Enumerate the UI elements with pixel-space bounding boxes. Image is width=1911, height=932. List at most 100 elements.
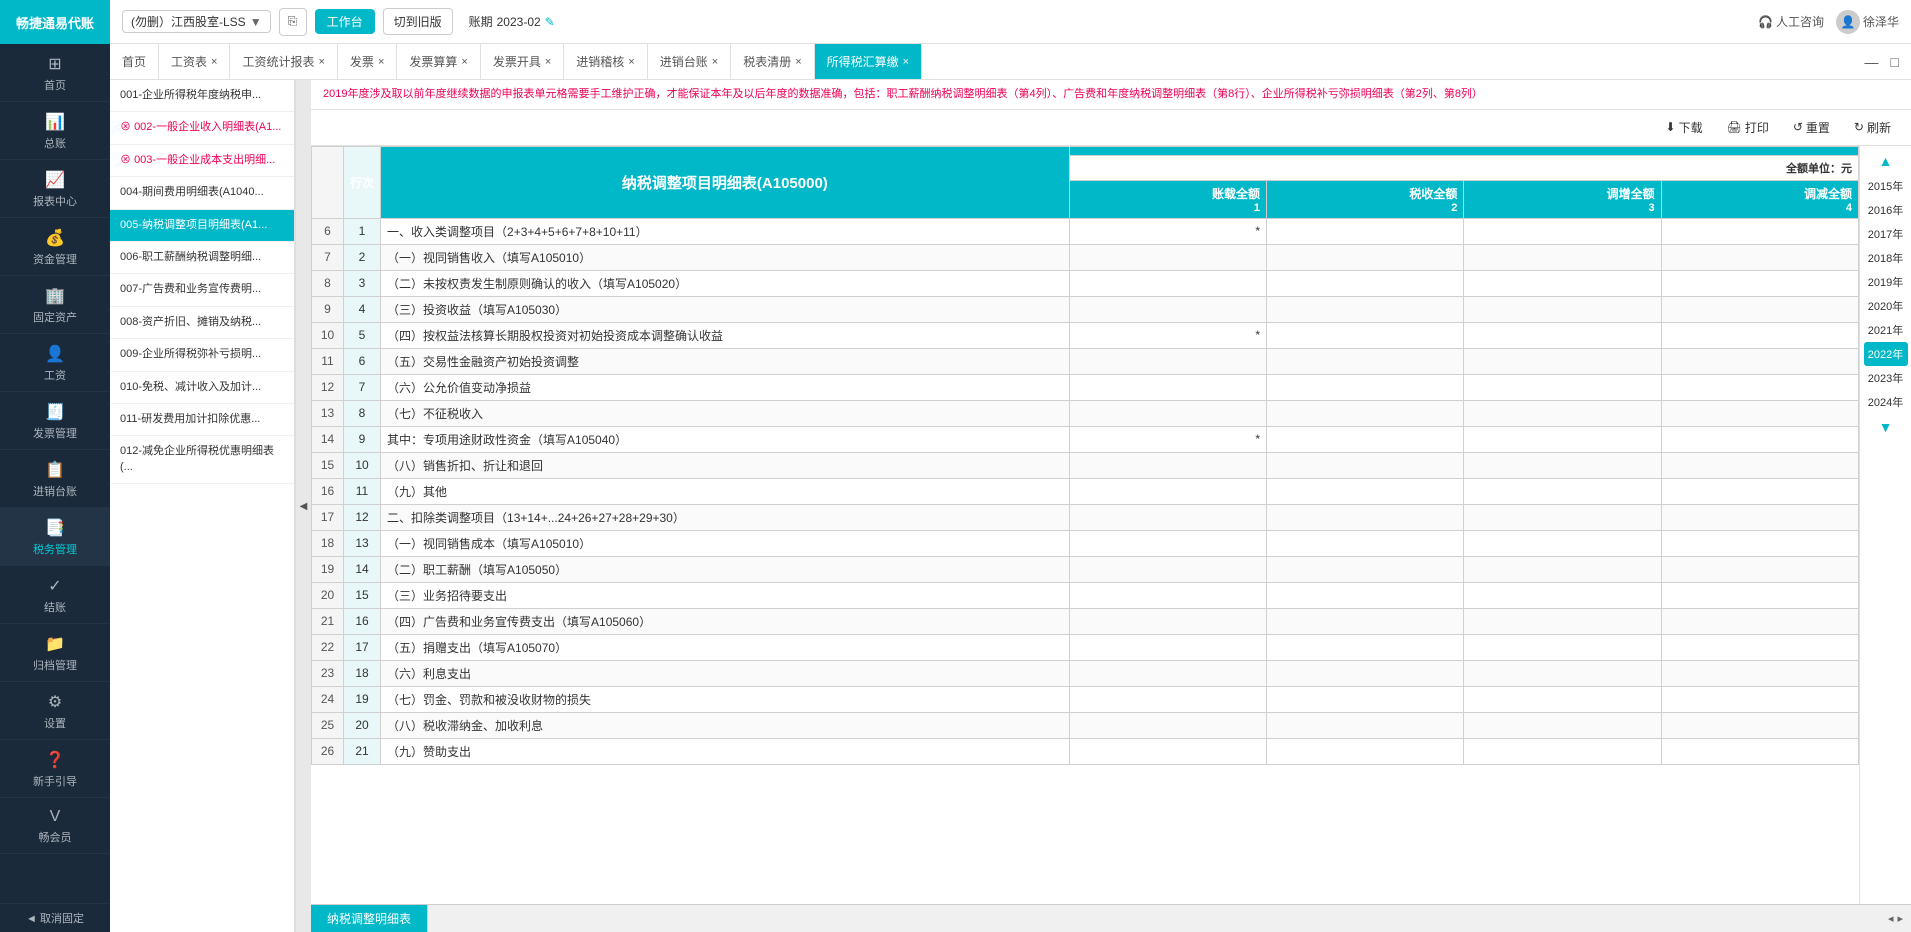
cell-tiaoijian[interactable] — [1661, 738, 1858, 764]
cell-shuishou[interactable] — [1267, 244, 1464, 270]
cell-shuishou[interactable] — [1267, 218, 1464, 244]
cell-zhangzai[interactable] — [1069, 244, 1266, 270]
cell-xiangmu[interactable]: （三）业务招待要支出 — [381, 582, 1070, 608]
tab-invoice-calc[interactable]: 发票算算 × — [397, 44, 480, 79]
cell-tiaozeng[interactable] — [1464, 322, 1661, 348]
cell-shuishou[interactable] — [1267, 426, 1464, 452]
left-panel-item-010[interactable]: 010-免税、减计收入及加计... — [110, 372, 294, 404]
cell-tiaoijian[interactable] — [1661, 270, 1858, 296]
sidebar-item-ledger[interactable]: 📊 总账 — [0, 102, 110, 160]
tab-invoice-calc-close[interactable]: × — [461, 56, 467, 68]
sidebar-item-guide[interactable]: ❓ 新手引导 — [0, 740, 110, 798]
tab-invoice[interactable]: 发票 × — [338, 44, 397, 79]
sidebar-item-invoice[interactable]: 🧾 发票管理 — [0, 392, 110, 450]
user-menu[interactable]: 👤 徐泽华 — [1836, 10, 1899, 34]
cell-zhangzai[interactable] — [1069, 556, 1266, 582]
sidebar-item-close[interactable]: ✓ 结账 — [0, 566, 110, 624]
sidebar-item-tax[interactable]: 📑 税务管理 — [0, 508, 110, 566]
cell-tiaoijian[interactable] — [1661, 660, 1858, 686]
left-panel-item-007[interactable]: 007-广告费和业务宣传费明... — [110, 274, 294, 306]
cell-xiangmu[interactable]: （六）公允价值变动净损益 — [381, 374, 1070, 400]
tab-tax-summary[interactable]: 税表清册 × — [731, 44, 814, 79]
year-nav-up[interactable]: ▲ — [1864, 150, 1908, 172]
panel-collapse-btn[interactable]: ◀ — [295, 80, 311, 932]
cell-zhangzai[interactable] — [1069, 504, 1266, 530]
tab-purchase-ledger-close[interactable]: × — [712, 56, 718, 68]
left-panel-item-012[interactable]: 012-减免企业所得税优惠明细表(... — [110, 436, 294, 484]
cell-tiaozeng[interactable] — [1464, 634, 1661, 660]
left-panel-item-006[interactable]: 006-职工薪酬纳税调整明细... — [110, 242, 294, 274]
cell-xiangmu[interactable]: （二）职工薪酬（填写A105050） — [381, 556, 1070, 582]
sidebar-item-purchase[interactable]: 📋 进销台账 — [0, 450, 110, 508]
cell-tiaozeng[interactable] — [1464, 374, 1661, 400]
cell-zhangzai[interactable] — [1069, 400, 1266, 426]
cell-zhangzai[interactable] — [1069, 660, 1266, 686]
tab-payroll[interactable]: 工资表 × — [159, 44, 230, 79]
scroll-right-icon[interactable]: ▸ — [1897, 912, 1903, 925]
tab-payroll-report-close[interactable]: × — [318, 56, 324, 68]
cell-zhangzai[interactable] — [1069, 530, 1266, 556]
company-selector[interactable]: (勿删）江西股室-LSS ▼ — [122, 10, 271, 33]
cell-xiangmu[interactable]: （四）广告费和业务宣传费支出（填写A105060） — [381, 608, 1070, 634]
bottom-tab-main[interactable]: 纳税调整明细表 — [311, 905, 428, 932]
cell-xiangmu[interactable]: （六）利息支出 — [381, 660, 1070, 686]
tab-invoice-issue-close[interactable]: × — [545, 56, 551, 68]
year-item[interactable]: 2019年 — [1864, 270, 1908, 294]
sidebar-item-fixed[interactable]: 🏢 固定资产 — [0, 276, 110, 334]
cell-tiaozeng[interactable] — [1464, 218, 1661, 244]
cell-tiaozeng[interactable] — [1464, 296, 1661, 322]
tab-payroll-report[interactable]: 工资统计报表 × — [230, 44, 337, 79]
cell-shuishou[interactable] — [1267, 374, 1464, 400]
cell-zhangzai[interactable] — [1069, 296, 1266, 322]
left-panel-item-009[interactable]: 009-企业所得税弥补亏损明... — [110, 339, 294, 371]
year-item[interactable]: 2023年 — [1864, 366, 1908, 390]
cell-tiaozeng[interactable] — [1464, 738, 1661, 764]
cell-tiaoijian[interactable] — [1661, 348, 1858, 374]
cell-tiaozeng[interactable] — [1464, 556, 1661, 582]
cell-xiangmu[interactable]: （五）捐赠支出（填写A105070） — [381, 634, 1070, 660]
cell-shuishou[interactable] — [1267, 608, 1464, 634]
tab-invoice-issue[interactable]: 发票开具 × — [481, 44, 564, 79]
cell-tiaoijian[interactable] — [1661, 530, 1858, 556]
year-nav-down[interactable]: ▼ — [1864, 416, 1908, 438]
support-link[interactable]: 🎧 人工咨询 — [1758, 13, 1824, 30]
cell-zhangzai[interactable] — [1069, 686, 1266, 712]
cell-xiangmu[interactable]: （九）其他 — [381, 478, 1070, 504]
scroll-left-icon[interactable]: ◂ — [1888, 912, 1894, 925]
cell-zhangzai[interactable] — [1069, 608, 1266, 634]
cell-tiaozeng[interactable] — [1464, 400, 1661, 426]
tab-purchase-ledger[interactable]: 进销台账 × — [648, 44, 731, 79]
sidebar-unpin[interactable]: ◄ 取消固定 — [0, 903, 110, 932]
cell-xiangmu[interactable]: （五）交易性金融资产初始投资调整 — [381, 348, 1070, 374]
cell-tiaoijian[interactable] — [1661, 556, 1858, 582]
year-item[interactable]: 2022年 — [1864, 342, 1908, 366]
cell-tiaozeng[interactable] — [1464, 530, 1661, 556]
tab-income-tax-close[interactable]: × — [903, 56, 909, 68]
sidebar-item-payroll[interactable]: 👤 工资 — [0, 334, 110, 392]
cell-tiaoijian[interactable] — [1661, 582, 1858, 608]
sidebar-item-settings[interactable]: ⚙ 设置 — [0, 682, 110, 740]
cell-shuishou[interactable] — [1267, 504, 1464, 530]
sidebar-item-archive[interactable]: 📁 归档管理 — [0, 624, 110, 682]
tab-home[interactable]: 首页 — [110, 44, 159, 79]
cell-zhangzai[interactable]: * — [1069, 322, 1266, 348]
cell-xiangmu[interactable]: （四）按权益法核算长期股权投资对初始投资成本调整确认收益 — [381, 322, 1070, 348]
sheet-main[interactable]: 行次 纳税调整项目明细表(A105000) 全额单位：元 — [311, 146, 1859, 905]
tab-income-tax[interactable]: 所得税汇算缴 × — [815, 44, 922, 79]
tab-payroll-close[interactable]: × — [211, 56, 217, 68]
cell-tiaoijian[interactable] — [1661, 608, 1858, 634]
year-item[interactable]: 2015年 — [1864, 174, 1908, 198]
cell-shuishou[interactable] — [1267, 270, 1464, 296]
cell-tiaozeng[interactable] — [1464, 244, 1661, 270]
cell-xiangmu[interactable]: （七）不征税收入 — [381, 400, 1070, 426]
cell-tiaozeng[interactable] — [1464, 478, 1661, 504]
cell-shuishou[interactable] — [1267, 686, 1464, 712]
cell-tiaozeng[interactable] — [1464, 582, 1661, 608]
cell-xiangmu[interactable]: （八）销售折扣、折让和退回 — [381, 452, 1070, 478]
cell-xiangmu[interactable]: 一、收入类调整项目（2+3+4+5+6+7+8+10+11） — [381, 218, 1070, 244]
cell-xiangmu[interactable]: （九）赞助支出 — [381, 738, 1070, 764]
cell-xiangmu[interactable]: （八）税收滞纳金、加收利息 — [381, 712, 1070, 738]
year-item[interactable]: 2017年 — [1864, 222, 1908, 246]
left-panel-item-011[interactable]: 011-研发费用加计扣除优惠... — [110, 404, 294, 436]
cell-xiangmu[interactable]: （一）视同销售收入（填写A105010） — [381, 244, 1070, 270]
